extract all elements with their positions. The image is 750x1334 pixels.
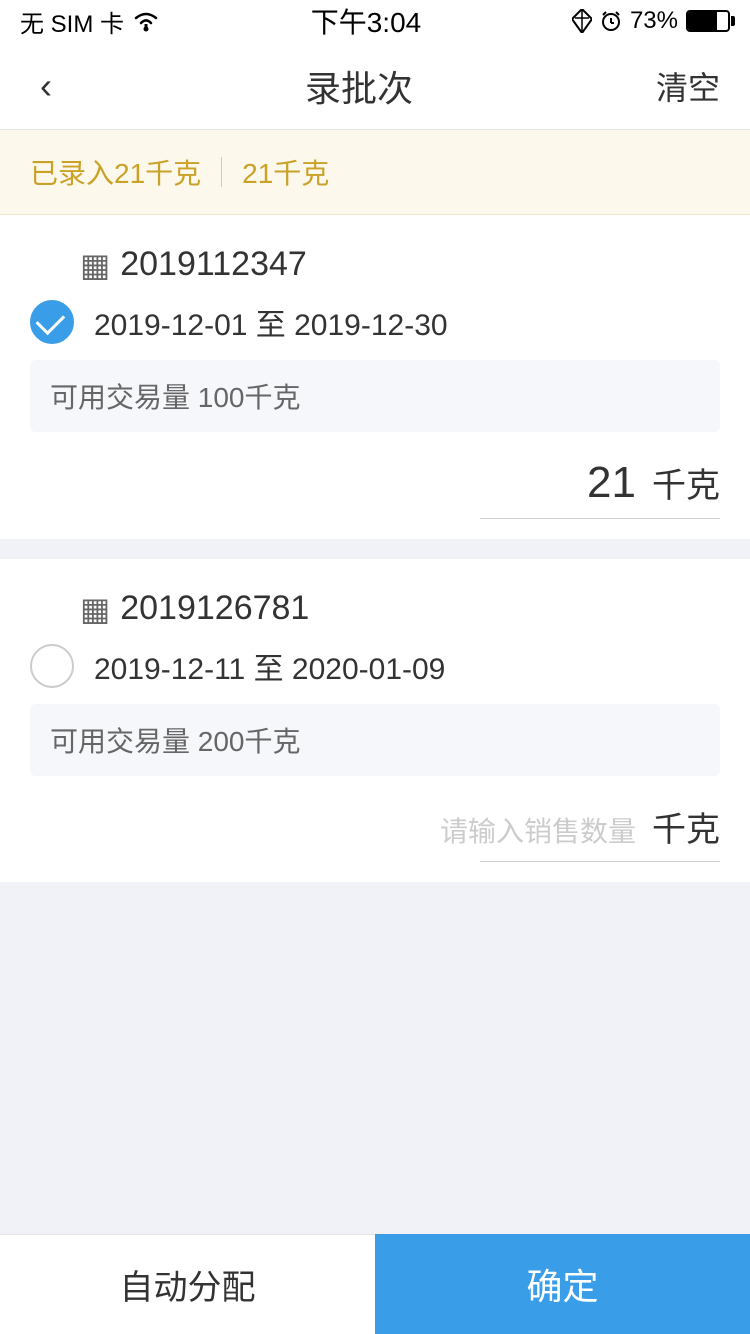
radio-btn-2[interactable] xyxy=(30,644,74,688)
radio-btn-1[interactable] xyxy=(30,300,74,344)
batch-available-2: 可用交易量 200千克 xyxy=(30,704,720,776)
batch-item-1: ▦ 2019112347 2019-12-01 至 2019-12-30 可用交… xyxy=(0,215,750,539)
battery-icon xyxy=(686,10,730,32)
status-bar-right: 73% xyxy=(572,7,730,35)
page-title: 录批次 xyxy=(305,60,413,112)
batch-item-2: ▦ 2019126781 2019-12-11 至 2020-01-09 可用交… xyxy=(0,559,750,882)
alarm-icon xyxy=(600,10,622,32)
battery-text: 73% xyxy=(630,7,678,35)
qty-number-1: 21 xyxy=(587,458,636,508)
batch-available-1: 可用交易量 100千克 xyxy=(30,360,720,432)
batch-date-1: 2019-12-01 至 2019-12-30 xyxy=(94,300,448,344)
qty-unit-2: 千克 xyxy=(652,802,720,851)
batch-date-row-2[interactable]: 2019-12-11 至 2020-01-09 xyxy=(0,628,750,704)
time-display: 下午3:04 xyxy=(311,1,422,41)
batch-doc-icon-2: ▦ xyxy=(80,590,110,628)
confirm-button[interactable]: 确定 xyxy=(375,1234,750,1334)
qty-display-1: 21 千克 xyxy=(0,448,750,539)
auto-distribute-button[interactable]: 自动分配 xyxy=(0,1234,375,1334)
recorded-label: 已录入21千克 xyxy=(30,152,201,192)
batch-id-1: 2019112347 xyxy=(120,245,307,284)
confirm-label: 确定 xyxy=(526,1258,598,1310)
qty-underline-1 xyxy=(480,518,720,519)
auto-distribute-label: 自动分配 xyxy=(120,1260,256,1309)
batch-separator xyxy=(0,539,750,559)
batch-header-1: ▦ 2019112347 xyxy=(0,215,750,284)
back-button[interactable]: ‹ xyxy=(30,55,62,117)
status-bar: 无 SIM 卡 下午3:04 73% xyxy=(0,0,750,42)
qty-value-row-1: 21 千克 xyxy=(587,458,720,508)
info-banner: 已录入21千克 21千克 xyxy=(0,130,750,215)
nav-bar: ‹ 录批次 清空 xyxy=(0,42,750,130)
batch-list: ▦ 2019112347 2019-12-01 至 2019-12-30 可用交… xyxy=(0,215,750,1332)
clear-button[interactable]: 清空 xyxy=(656,63,720,109)
location-icon xyxy=(572,9,592,33)
qty-placeholder-2: 请输入销售数量 xyxy=(440,810,636,850)
qty-unit-1: 千克 xyxy=(652,458,720,507)
batch-doc-icon-1: ▦ xyxy=(80,246,110,284)
wifi-icon xyxy=(132,10,160,32)
qty-display-2: 请输入销售数量 千克 xyxy=(0,792,750,882)
batch-date-row-1[interactable]: 2019-12-01 至 2019-12-30 xyxy=(0,284,750,360)
batch-header-2: ▦ 2019126781 xyxy=(0,559,750,628)
recorded-value: 21千克 xyxy=(242,152,329,192)
qty-underline-2 xyxy=(480,861,720,862)
qty-value-row-2: 请输入销售数量 千克 xyxy=(440,802,720,851)
batch-id-2: 2019126781 xyxy=(120,589,309,628)
footer: 自动分配 确定 xyxy=(0,1234,750,1334)
status-bar-left: 无 SIM 卡 xyxy=(20,4,160,39)
batch-date-2: 2019-12-11 至 2020-01-09 xyxy=(94,644,445,688)
carrier-text: 无 SIM 卡 xyxy=(20,4,124,39)
banner-divider xyxy=(221,157,222,187)
